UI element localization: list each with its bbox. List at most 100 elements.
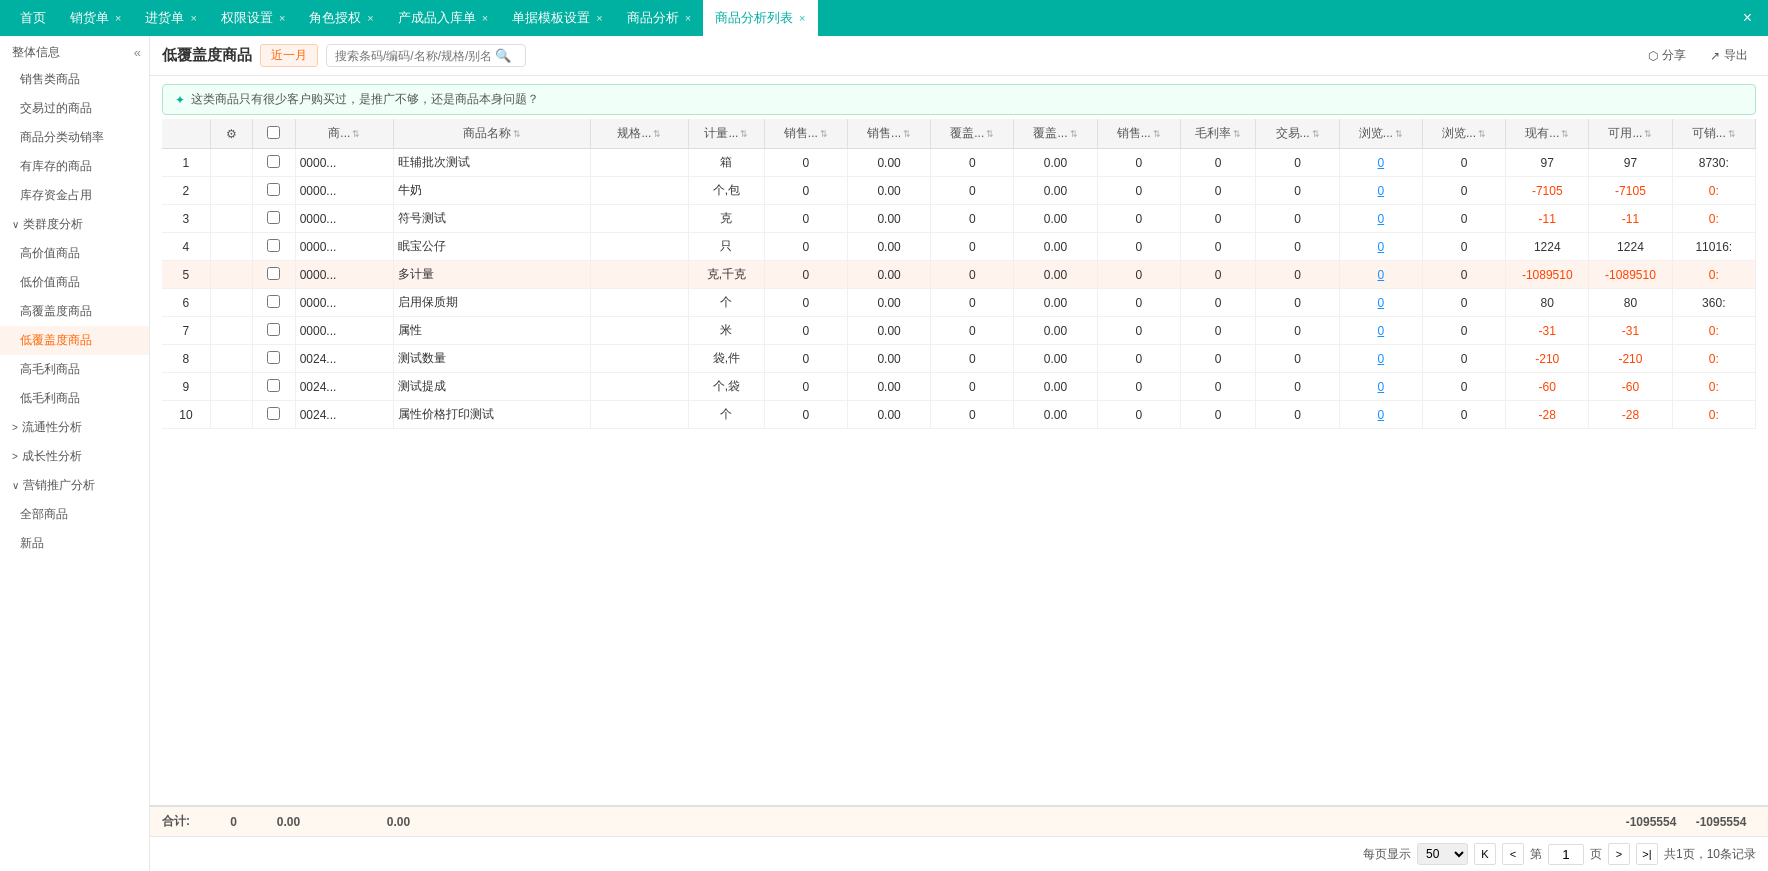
row-checkbox[interactable] xyxy=(267,351,280,364)
cell-check[interactable] xyxy=(253,289,295,317)
sidebar-item-low-coverage[interactable]: 低覆盖度商品 xyxy=(0,326,149,355)
col-header-sellable: 可销...⇅ xyxy=(1672,119,1755,149)
close-icon[interactable]: × xyxy=(367,12,373,24)
share-button[interactable]: ⬡ 分享 xyxy=(1640,44,1694,67)
cell-browse1[interactable]: 0 xyxy=(1339,401,1422,429)
table-row[interactable]: 9 0024... 测试提成 个,袋 0 0.00 0 0.00 0 0 0 0… xyxy=(162,373,1756,401)
last-page-button[interactable]: >| xyxy=(1636,843,1658,865)
sidebar-item-capital[interactable]: 库存资金占用 xyxy=(0,181,149,210)
cell-browse1[interactable]: 0 xyxy=(1339,345,1422,373)
close-icon[interactable]: × xyxy=(685,12,691,24)
cell-check[interactable] xyxy=(253,233,295,261)
sidebar-collapse-btn[interactable]: « xyxy=(134,45,141,60)
per-page-select[interactable]: 50 20 100 xyxy=(1417,843,1468,865)
cell-browse1[interactable]: 0 xyxy=(1339,317,1422,345)
table-row[interactable]: 4 0000... 眠宝公仔 只 0 0.00 0 0.00 0 0 0 0 0… xyxy=(162,233,1756,261)
cell-trade: 0 xyxy=(1256,233,1339,261)
table-row[interactable]: 6 0000... 启用保质期 个 0 0.00 0 0.00 0 0 0 0 … xyxy=(162,289,1756,317)
cell-check[interactable] xyxy=(253,345,295,373)
cell-trade: 0 xyxy=(1256,373,1339,401)
cell-browse1[interactable]: 0 xyxy=(1339,233,1422,261)
time-filter-button[interactable]: 近一月 xyxy=(260,44,318,67)
row-checkbox[interactable] xyxy=(267,239,280,252)
col-header-cover-amt: 覆盖...⇅ xyxy=(1014,119,1097,149)
cell-browse1[interactable]: 0 xyxy=(1339,205,1422,233)
close-icon[interactable]: × xyxy=(799,12,805,24)
sidebar-section-liquidity[interactable]: >流通性分析 xyxy=(0,413,149,442)
cell-check[interactable] xyxy=(253,177,295,205)
sidebar-item-category-rate[interactable]: 商品分类动销率 xyxy=(0,123,149,152)
sidebar-section-growth[interactable]: >成长性分析 xyxy=(0,442,149,471)
cell-browse1[interactable]: 0 xyxy=(1339,289,1422,317)
cell-check[interactable] xyxy=(253,261,295,289)
col-header-settings[interactable]: ⚙ xyxy=(210,119,252,149)
cell-cover-qty: 0 xyxy=(931,149,1014,177)
search-icon[interactable]: 🔍 xyxy=(495,48,511,63)
sidebar-item-sales-goods[interactable]: 销售类商品 xyxy=(0,65,149,94)
cell-check[interactable] xyxy=(253,205,295,233)
cell-check[interactable] xyxy=(253,317,295,345)
sidebar-item-low-value[interactable]: 低价值商品 xyxy=(0,268,149,297)
page-number-input[interactable] xyxy=(1548,844,1584,865)
nav-home[interactable]: 首页 xyxy=(8,0,58,36)
table-row[interactable]: 5 0000... 多计量 克,千克 0 0.00 0 0.00 0 0 0 0… xyxy=(162,261,1756,289)
row-checkbox[interactable] xyxy=(267,379,280,392)
sidebar-item-high-value[interactable]: 高价值商品 xyxy=(0,239,149,268)
sidebar-item-traded-goods[interactable]: 交易过的商品 xyxy=(0,94,149,123)
nav-role-auth[interactable]: 角色授权 × xyxy=(297,0,385,36)
close-icon[interactable]: × xyxy=(596,12,602,24)
row-checkbox[interactable] xyxy=(267,323,280,336)
row-checkbox[interactable] xyxy=(267,267,280,280)
table-row[interactable]: 7 0000... 属性 米 0 0.00 0 0.00 0 0 0 0 0 -… xyxy=(162,317,1756,345)
table-row[interactable]: 1 0000... 旺辅批次测试 箱 0 0.00 0 0.00 0 0 0 0… xyxy=(162,149,1756,177)
table-container[interactable]: ⚙ 商...⇅ 商品名称⇅ 规格...⇅ 计量...⇅ 销售...⇅ 销售...… xyxy=(162,119,1756,805)
row-checkbox[interactable] xyxy=(267,211,280,224)
row-checkbox[interactable] xyxy=(267,407,280,420)
sidebar-item-low-profit[interactable]: 低毛利商品 xyxy=(0,384,149,413)
cell-browse1[interactable]: 0 xyxy=(1339,177,1422,205)
sidebar-item-in-stock[interactable]: 有库存的商品 xyxy=(0,152,149,181)
cell-check[interactable] xyxy=(253,401,295,429)
window-close-button[interactable]: × xyxy=(1735,9,1760,27)
cell-browse1[interactable]: 0 xyxy=(1339,373,1422,401)
nav-purchase-order[interactable]: 进货单 × xyxy=(133,0,208,36)
cell-check[interactable] xyxy=(253,149,295,177)
sidebar-section-marketing[interactable]: ∨营销推广分析 xyxy=(0,471,149,500)
nav-product-analysis-list[interactable]: 商品分析列表 × xyxy=(703,0,817,36)
first-page-button[interactable]: K xyxy=(1474,843,1496,865)
cell-browse1[interactable]: 0 xyxy=(1339,149,1422,177)
sidebar-item-all-goods[interactable]: 全部商品 xyxy=(0,500,149,529)
next-page-button[interactable]: > xyxy=(1608,843,1630,865)
col-header-spec: 规格...⇅ xyxy=(590,119,688,149)
row-checkbox[interactable] xyxy=(267,295,280,308)
prev-page-button[interactable]: < xyxy=(1502,843,1524,865)
sidebar-item-high-profit[interactable]: 高毛利商品 xyxy=(0,355,149,384)
close-icon[interactable]: × xyxy=(115,12,121,24)
select-all-checkbox[interactable] xyxy=(267,126,280,139)
close-icon[interactable]: × xyxy=(190,12,196,24)
sidebar-section-cluster[interactable]: ∨类群度分析 xyxy=(0,210,149,239)
nav-permission-settings[interactable]: 权限设置 × xyxy=(209,0,297,36)
nav-template-settings[interactable]: 单据模板设置 × xyxy=(500,0,614,36)
table-row[interactable]: 8 0024... 测试数量 袋,件 0 0.00 0 0.00 0 0 0 0… xyxy=(162,345,1756,373)
table-row[interactable]: 2 0000... 牛奶 个,包 0 0.00 0 0.00 0 0 0 0 0… xyxy=(162,177,1756,205)
close-icon[interactable]: × xyxy=(279,12,285,24)
export-button[interactable]: ↗ 导出 xyxy=(1702,44,1756,67)
search-input[interactable] xyxy=(335,49,495,63)
content-area: 低覆盖度商品 近一月 🔍 ⬡ 分享 ↗ 导出 ✦ 这类商品只有很少客户购买过，是… xyxy=(150,36,1768,871)
nav-finished-goods[interactable]: 产成品入库单 × xyxy=(386,0,500,36)
table-row[interactable]: 10 0024... 属性价格打印测试 个 0 0.00 0 0.00 0 0 … xyxy=(162,401,1756,429)
table-row[interactable]: 3 0000... 符号测试 克 0 0.00 0 0.00 0 0 0 0 0… xyxy=(162,205,1756,233)
row-checkbox[interactable] xyxy=(267,155,280,168)
nav-product-analysis[interactable]: 商品分析 × xyxy=(615,0,703,36)
sidebar-item-high-coverage[interactable]: 高覆盖度商品 xyxy=(0,297,149,326)
nav-sales-order[interactable]: 销货单 × xyxy=(58,0,133,36)
col-header-trade: 交易...⇅ xyxy=(1256,119,1339,149)
close-icon[interactable]: × xyxy=(482,12,488,24)
col-header-check[interactable] xyxy=(253,119,295,149)
cell-browse1[interactable]: 0 xyxy=(1339,261,1422,289)
row-checkbox[interactable] xyxy=(267,183,280,196)
sidebar-item-new-goods[interactable]: 新品 xyxy=(0,529,149,558)
cell-check[interactable] xyxy=(253,373,295,401)
cell-cover-qty: 0 xyxy=(931,373,1014,401)
